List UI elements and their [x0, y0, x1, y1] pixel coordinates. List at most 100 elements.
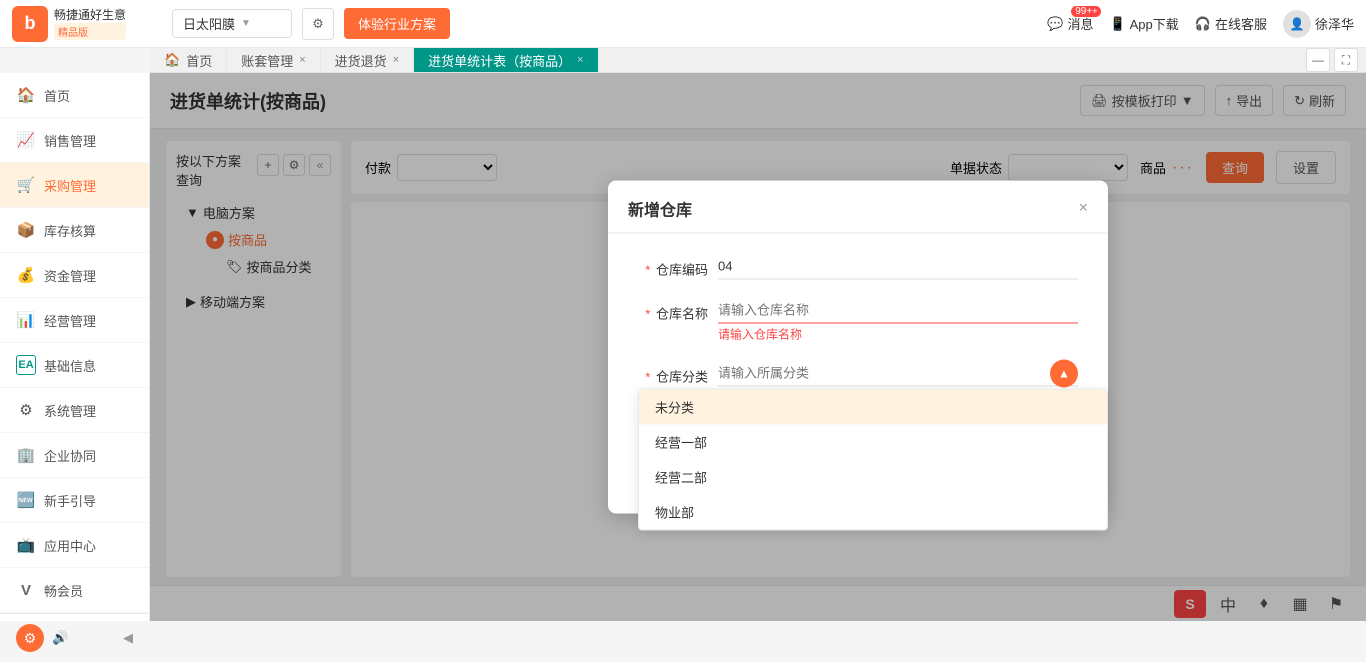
app-center-icon: 📺 — [16, 535, 36, 555]
name-field: 请输入仓库名称 — [718, 298, 1078, 343]
tab-spacer — [599, 48, 1298, 72]
inventory-icon: 📦 — [16, 220, 36, 240]
name-required-star: * — [645, 307, 650, 322]
sidebar-label-sales: 销售管理 — [44, 131, 96, 150]
category-input[interactable] — [718, 361, 1078, 387]
system-icon: ⚙ — [16, 400, 36, 420]
user-name-label: 徐泽华 — [1315, 14, 1354, 33]
sidebar-item-finance[interactable]: 💰 资金管理 — [0, 253, 149, 298]
sidebar-bottom: ⚙ 🔊 ◀ — [0, 613, 149, 662]
form-row-name: * 仓库名称 请输入仓库名称 — [638, 298, 1078, 343]
tab-account[interactable]: 账套管理 × — [227, 48, 320, 72]
home-tab-label: 首页 — [186, 51, 212, 70]
form-row-code: * 仓库编码 — [638, 254, 1078, 280]
code-input[interactable] — [718, 254, 1078, 280]
code-label: * 仓库编码 — [638, 254, 708, 279]
tab-maximize-button[interactable]: ⛶ — [1334, 48, 1358, 72]
modal-close-button[interactable]: × — [1079, 201, 1088, 217]
gear-icon: ⚙ — [312, 16, 324, 32]
guide-icon: 🆕 — [16, 490, 36, 510]
sidebar-label-finance: 资金管理 — [44, 266, 96, 285]
tab-purchase-stats-close-icon[interactable]: × — [577, 54, 583, 66]
sidebar-settings-icon[interactable]: ⚙ — [16, 624, 44, 652]
dropdown-item-dept2[interactable]: 经营二部 — [639, 460, 1107, 495]
modal-header: 新增仓库 × — [608, 181, 1108, 234]
tab-right-buttons: — ⛶ — [1298, 48, 1366, 72]
category-dropdown-button[interactable]: ▲ — [1050, 360, 1078, 388]
sidebar-item-guide[interactable]: 🆕 新手引导 — [0, 478, 149, 523]
top-header: b 畅捷通好生意 精品版 日太阳膜 ▼ ⚙ 体验行业方案 💬 消息 99++ 📱… — [0, 0, 1366, 48]
sidebar-item-inventory[interactable]: 📦 库存核算 — [0, 208, 149, 253]
sidebar-label-vip: 畅会员 — [44, 581, 83, 600]
sidebar-label-basic: 基础信息 — [44, 356, 96, 375]
sidebar-label-home: 首页 — [44, 86, 70, 105]
store-selector[interactable]: 日太阳膜 ▼ — [172, 9, 292, 38]
dropdown-item-property[interactable]: 物业部 — [639, 495, 1107, 530]
sidebar-label-enterprise: 企业协同 — [44, 446, 96, 465]
tab-account-close-icon[interactable]: × — [299, 54, 305, 66]
basic-info-icon: EA — [16, 355, 36, 375]
tab-home[interactable]: 🏠 首页 — [150, 48, 227, 72]
sidebar-label-operation: 经营管理 — [44, 311, 96, 330]
settings-button[interactable]: ⚙ — [302, 8, 334, 40]
header-right: 💬 消息 99++ 📱 App下载 🎧 在线客服 👤 徐泽华 — [1047, 10, 1354, 38]
logo-text-line2: 精品版 — [54, 23, 126, 40]
purchase-icon: 🛒 — [16, 175, 36, 195]
sidebar-item-sales[interactable]: 📈 销售管理 — [0, 118, 149, 163]
content-area: 进货单统计(按商品) 🖨 按模板打印 ▼ ↑ 导出 ↻ 刷新 — [150, 73, 1366, 621]
dropdown-item-dept1[interactable]: 经营一部 — [639, 425, 1107, 460]
sidebar-item-home[interactable]: 🏠 首页 — [0, 73, 149, 118]
tab-minimize-button[interactable]: — — [1306, 48, 1330, 72]
sales-icon: 📈 — [16, 130, 36, 150]
category-dropdown-list: 未分类 经营一部 经营二部 物业部 — [638, 389, 1108, 531]
operation-icon: 📊 — [16, 310, 36, 330]
message-badge: 99++ — [1071, 6, 1101, 17]
sidebar-item-basic[interactable]: EA 基础信息 — [0, 343, 149, 388]
sidebar: 🏠 首页 📈 销售管理 🛒 采购管理 📦 库存核算 💰 资金管理 📊 经营管理 … — [0, 73, 150, 621]
name-error-message: 请输入仓库名称 — [718, 326, 1078, 343]
category-select-wrapper: ▲ — [718, 361, 1078, 387]
category-required-star: * — [645, 370, 650, 385]
main-layout: 🏠 首页 📈 销售管理 🛒 采购管理 📦 库存核算 💰 资金管理 📊 经营管理 … — [0, 73, 1366, 621]
name-label: * 仓库名称 — [638, 298, 708, 323]
sidebar-label-system: 系统管理 — [44, 401, 96, 420]
message-icon: 💬 — [1047, 16, 1063, 32]
logo-text-line1: 畅捷通好生意 — [54, 7, 126, 24]
online-service-label: 在线客服 — [1215, 14, 1267, 33]
sidebar-label-app-center: 应用中心 — [44, 536, 96, 555]
avatar: 👤 — [1283, 10, 1311, 38]
sidebar-toggle-icon[interactable]: ◀ — [123, 630, 133, 646]
sidebar-label-purchase: 采购管理 — [44, 176, 96, 195]
sidebar-item-system[interactable]: ⚙ 系统管理 — [0, 388, 149, 433]
message-button[interactable]: 💬 消息 99++ — [1047, 14, 1093, 33]
sidebar-sound-icon[interactable]: 🔊 — [52, 630, 68, 646]
tab-account-label: 账套管理 — [241, 51, 293, 70]
home-icon: 🏠 — [16, 85, 36, 105]
store-selector-arrow-icon: ▼ — [241, 18, 251, 29]
tab-purchase-stats[interactable]: 进货单统计表（按商品） × — [414, 48, 598, 72]
tab-purchase-return[interactable]: 进货退货 × — [321, 48, 414, 72]
headphone-icon: 🎧 — [1195, 16, 1211, 32]
add-warehouse-modal: 新增仓库 × * 仓库编码 * — [608, 181, 1108, 514]
name-input[interactable] — [718, 298, 1078, 324]
sidebar-item-app-center[interactable]: 📺 应用中心 — [0, 523, 149, 568]
trial-button[interactable]: 体验行业方案 — [344, 8, 450, 39]
sidebar-item-enterprise[interactable]: 🏢 企业协同 — [0, 433, 149, 478]
user-menu-button[interactable]: 👤 徐泽华 — [1283, 10, 1354, 38]
tab-purchase-return-close-icon[interactable]: × — [393, 54, 399, 66]
vip-icon: V — [16, 580, 36, 600]
sidebar-item-operation[interactable]: 📊 经营管理 — [0, 298, 149, 343]
modal-title: 新增仓库 — [628, 197, 692, 221]
app-download-button[interactable]: 📱 App下载 — [1109, 14, 1178, 33]
online-service-button[interactable]: 🎧 在线客服 — [1195, 14, 1267, 33]
category-field: ▲ 未分类 经营一部 经营二部 — [718, 361, 1078, 387]
logo-area: b 畅捷通好生意 精品版 — [12, 6, 162, 42]
enterprise-icon: 🏢 — [16, 445, 36, 465]
dropdown-item-uncategorized[interactable]: 未分类 — [639, 390, 1107, 425]
code-field — [718, 254, 1078, 280]
tab-purchase-stats-label: 进货单统计表（按商品） — [428, 51, 571, 70]
tab-purchase-return-label: 进货退货 — [335, 51, 387, 70]
sidebar-item-purchase[interactable]: 🛒 采购管理 — [0, 163, 149, 208]
phone-icon: 📱 — [1109, 16, 1125, 32]
sidebar-item-vip[interactable]: V 畅会员 — [0, 568, 149, 613]
